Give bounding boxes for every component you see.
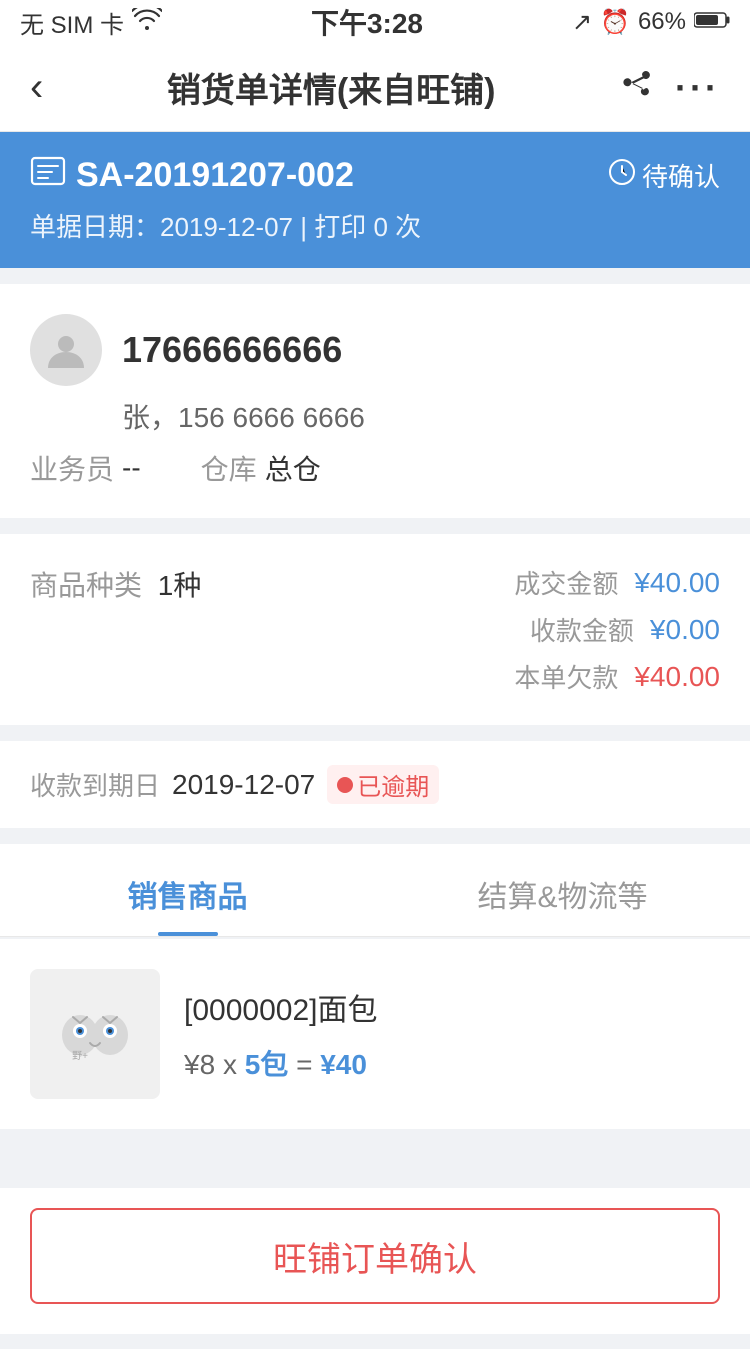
- owed-label: 本单欠款: [514, 658, 618, 695]
- confirm-button[interactable]: 旺铺订单确认: [30, 1208, 720, 1304]
- status-bar: 无 SIM 卡 下午3:28 ↗ ⏰ 66%: [0, 0, 750, 44]
- order-id: SA-20191207-002: [30, 156, 354, 195]
- received-label: 收款金额: [530, 611, 634, 648]
- goods-type-label: 商品种类: [30, 570, 142, 601]
- share-icon[interactable]: [619, 66, 655, 109]
- battery-icon: [694, 8, 730, 36]
- alarm-icon: ⏰: [600, 8, 630, 37]
- tab-products[interactable]: 销售商品: [0, 844, 375, 936]
- amount-label: 成交金额: [514, 564, 618, 601]
- carrier-text: 无 SIM 卡: [20, 5, 124, 40]
- product-info: [0000002]面包 ¥8 x 5包 = ¥40: [184, 985, 720, 1083]
- sales-label: 业务员: [30, 448, 114, 488]
- order-icon: [30, 156, 66, 195]
- amount-row: 成交金额 ¥40.00: [514, 564, 720, 601]
- avatar: [30, 314, 102, 386]
- customer-phone[interactable]: 17666666666: [122, 329, 342, 371]
- nav-bar: ‹ 销货单详情(来自旺铺) ···: [0, 44, 750, 132]
- product-total: ¥40: [320, 1049, 367, 1080]
- due-date-value: 2019-12-07: [172, 769, 315, 801]
- battery-text: 66%: [638, 8, 686, 36]
- svg-text:野+: 野+: [72, 1050, 88, 1062]
- product-price: ¥8 x 5包 = ¥40: [184, 1043, 720, 1083]
- summary-section: 商品种类 1种 成交金额 ¥40.00 收款金额 ¥0.00 本单欠款 ¥40.…: [0, 534, 750, 725]
- due-label: 收款到期日: [30, 766, 160, 803]
- customer-row: 17666666666: [30, 314, 720, 386]
- order-status: 待确认: [608, 157, 720, 194]
- warehouse-info: 仓库 总仓: [201, 448, 321, 488]
- received-value: ¥0.00: [650, 614, 720, 646]
- overdue-text: 已逾期: [357, 767, 429, 802]
- order-date: 单据日期：2019-12-07 | 打印 0 次: [30, 207, 720, 244]
- owed-row: 本单欠款 ¥40.00: [514, 658, 720, 695]
- customer-section: 17666666666 张，156 6666 6666 业务员 -- 仓库 总仓: [0, 284, 750, 518]
- amount-value: ¥40.00: [634, 567, 720, 599]
- customer-name: 张，156 6666 6666: [122, 396, 720, 436]
- bottom-bar: 旺铺订单确认: [0, 1188, 750, 1334]
- tab-settlement[interactable]: 结算&物流等: [375, 844, 750, 936]
- warehouse-label: 仓库: [201, 448, 257, 488]
- goods-type-value: 1种: [158, 570, 202, 601]
- status-left: 无 SIM 卡: [20, 5, 162, 40]
- goods-type-item: 商品种类 1种: [30, 564, 201, 604]
- clock-icon: [608, 158, 636, 193]
- tabs-section: 销售商品 结算&物流等: [0, 844, 750, 937]
- product-name: [0000002]面包: [184, 985, 720, 1029]
- product-section: 野+ [0000002]面包 ¥8 x 5包 = ¥40: [0, 939, 750, 1129]
- overdue-dot-icon: [337, 777, 353, 793]
- product-qty: 5包: [245, 1049, 289, 1080]
- overdue-badge: 已逾期: [327, 765, 439, 804]
- sales-value: --: [122, 452, 141, 484]
- owed-value: ¥40.00: [634, 661, 720, 693]
- status-time: 下午3:28: [311, 2, 423, 42]
- status-right: ↗ ⏰ 66%: [572, 8, 730, 37]
- back-button[interactable]: ‹: [30, 65, 43, 110]
- more-icon[interactable]: ···: [675, 67, 720, 109]
- location-icon: ↗: [572, 8, 592, 37]
- nav-actions: ···: [619, 66, 720, 109]
- customer-info-row: 业务员 -- 仓库 总仓: [30, 448, 720, 488]
- due-date-section: 收款到期日 2019-12-07 已逾期: [0, 741, 750, 828]
- product-thumbnail: 野+: [30, 969, 160, 1099]
- wifi-icon: [132, 8, 162, 37]
- sales-info: 业务员 --: [30, 448, 141, 488]
- product-item: 野+ [0000002]面包 ¥8 x 5包 = ¥40: [30, 969, 720, 1099]
- summary-left: 商品种类 1种: [30, 564, 201, 604]
- page-title: 销货单详情(来自旺铺): [167, 63, 496, 112]
- summary-right: 成交金额 ¥40.00 收款金额 ¥0.00 本单欠款 ¥40.00: [514, 564, 720, 695]
- order-header: SA-20191207-002 待确认 单据日期：2019-12-07 | 打印…: [0, 132, 750, 268]
- received-row: 收款金额 ¥0.00: [530, 611, 720, 648]
- warehouse-value: 总仓: [265, 448, 321, 488]
